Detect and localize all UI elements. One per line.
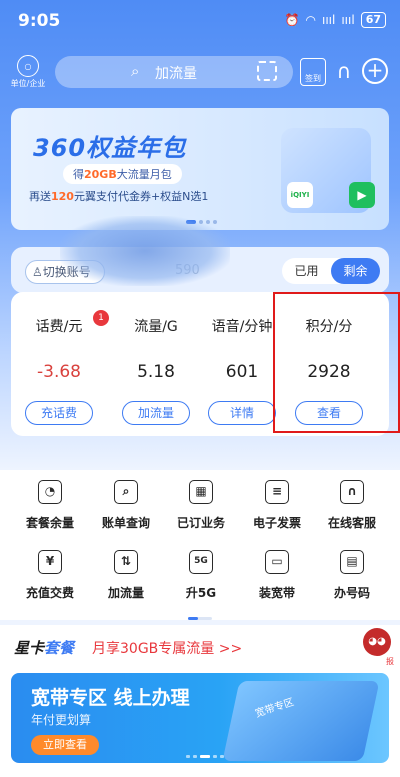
org-switch[interactable]: ○ 单位/企业 [8, 55, 48, 89]
invoice-icon: ≡ [265, 480, 289, 504]
broadband-banner-pagination [186, 755, 224, 758]
highlight-box [273, 292, 400, 433]
grid-item-bill-query[interactable]: ⌕ 账单查询 [86, 480, 166, 540]
customer-service-icon[interactable]: ∩ [331, 58, 357, 86]
broadband-banner-subtitle: 年付更划算 [31, 713, 92, 727]
upgrade-5g-icon: 5G [189, 550, 213, 574]
recharge-fee-button[interactable]: 充话费 [25, 401, 93, 425]
data-label: 流量/G [134, 319, 178, 335]
iqiyi-icon: iQIYI [287, 182, 313, 208]
sim-card-icon: ▤ [340, 550, 364, 574]
toggle-used[interactable]: 已用 [282, 258, 331, 284]
subscriptions-icon: ▦ [189, 480, 213, 504]
data-add-icon: ⇅ [114, 550, 138, 574]
grid-item-subscriptions[interactable]: ▦ 已订业务 [161, 480, 241, 540]
notice-badge: 1 [93, 310, 109, 326]
user-icon: ♙ [32, 265, 43, 279]
signal-icon: ıııl [322, 13, 336, 27]
voice-details-button[interactable]: 详情 [208, 401, 276, 425]
status-bar: 9:05 ⏰ ◠ ıııl ıııl 67 [0, 0, 400, 44]
redaction-scribble [60, 216, 230, 286]
plus-icon[interactable]: + [362, 58, 388, 84]
mascot-floating-button[interactable]: ◕◕ 报 [360, 628, 394, 674]
grid-item-upgrade-5g[interactable]: 5G 升5G [161, 550, 241, 610]
broadband-banner-title: 宽带专区 线上办理 [31, 687, 190, 709]
grid-item-recharge[interactable]: ¥ 充值交费 [10, 550, 90, 610]
broadband-icon: ▭ [265, 550, 289, 574]
search-bar[interactable]: ⌕ 加流量 [55, 56, 293, 88]
search-icon: ⌕ [131, 62, 140, 80]
banner-line2: 再送120元翼支付代金券+权益N选1 [29, 190, 209, 203]
banner-title: 360权益年包 [33, 134, 187, 162]
mascot-tag: 报 [386, 657, 394, 666]
add-data-button[interactable]: 加流量 [122, 401, 190, 425]
grid-item-e-invoice[interactable]: ≡ 电子发票 [237, 480, 317, 540]
fee-value: -3.68 [37, 362, 81, 382]
grid-item-new-number[interactable]: ▤ 办号码 [312, 550, 392, 610]
promo-section: 星卡套餐 月享30GB专属流量 >> ◕◕ 报 宽带专区 线上办理 年付更划算 … [0, 625, 400, 777]
grid-item-broadband[interactable]: ▭ 装宽带 [237, 550, 317, 610]
signin-label: 签到 [305, 74, 321, 83]
grid-item-online-service[interactable]: ∩ 在线客服 [312, 480, 392, 540]
star-card-offer-link[interactable]: 月享30GB专属流量 >> [92, 638, 242, 658]
grid-scroll-indicator [188, 617, 212, 620]
data-value: 5.18 [137, 362, 175, 382]
scan-icon[interactable] [257, 61, 277, 81]
battery-icon: 67 [360, 12, 386, 28]
grid-item-add-data[interactable]: ⇅ 加流量 [86, 550, 166, 610]
bill-search-icon: ⌕ [114, 480, 138, 504]
mascot-icon: ◕◕ [363, 628, 391, 656]
view-now-button[interactable]: 立即查看 [31, 735, 99, 755]
toggle-remaining[interactable]: 剩余 [331, 258, 380, 284]
org-label: 单位/企业 [10, 79, 46, 88]
promo-banner[interactable]: 360权益年包 得20GB大流量月包 再送120元翼支付代金券+权益N选1 iQ… [11, 108, 389, 230]
play-icon: ▶ [349, 182, 375, 208]
balance-data: 流量/G 5.18 加流量 [112, 292, 200, 436]
signin-button[interactable]: 签到 [300, 58, 326, 86]
service-grid: ◔ 套餐余量 ⌕ 账单查询 ▦ 已订业务 ≡ 电子发票 ∩ 在线客服 ¥ 充值交费 ⇅ 加流量… [0, 470, 400, 620]
star-card-logo: 星卡套餐 [14, 639, 75, 657]
avatar-icon: ○ [17, 55, 39, 77]
usage-toggle[interactable]: 已用 剩余 [282, 258, 380, 284]
alarm-icon: ⏰ [284, 13, 300, 27]
pie-chart-icon: ◔ [38, 480, 62, 504]
search-input[interactable]: 加流量 [155, 63, 197, 83]
signal-icon-2: ıııl [341, 13, 355, 27]
fee-label: 话费/元 [35, 319, 83, 335]
headset-icon: ∩ [340, 480, 364, 504]
status-icons: ⏰ ◠ ıııl ıııl 67 [285, 12, 386, 28]
broadband-banner[interactable]: 宽带专区 线上办理 年付更划算 立即查看 宽带专区 [11, 673, 389, 763]
balance-fee: 话费/元 1 -3.68 充话费 [15, 292, 109, 436]
grid-item-plan-balance[interactable]: ◔ 套餐余量 [10, 480, 90, 540]
status-time: 9:05 [18, 11, 61, 31]
wifi-icon: ◠ [305, 13, 316, 27]
broadband-illustration: 宽带专区 [222, 681, 380, 761]
banner-line1: 得20GB大流量月包 [63, 164, 182, 184]
recharge-icon: ¥ [38, 550, 62, 574]
